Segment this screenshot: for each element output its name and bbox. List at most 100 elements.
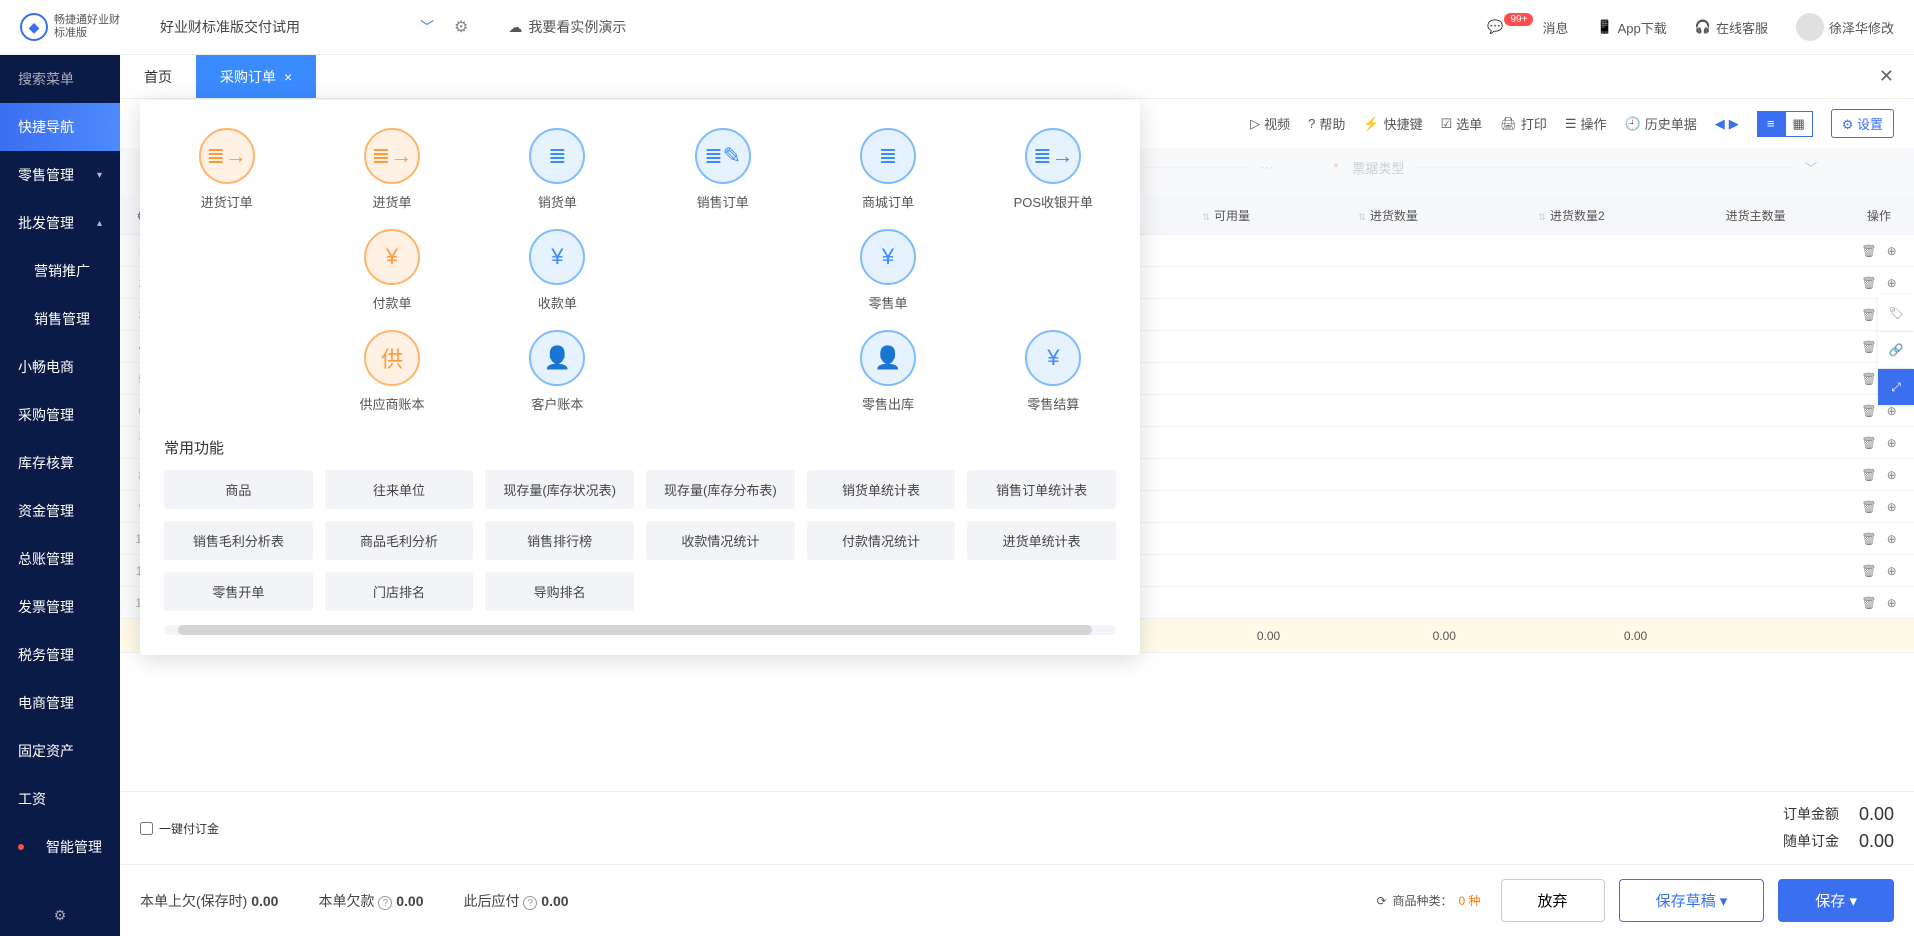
add-row-icon[interactable]: ⊕ — [1887, 404, 1897, 418]
settings-gear-icon[interactable]: ⚙ — [0, 895, 120, 936]
float-attachment-icon[interactable]: 🔗 — [1878, 332, 1914, 368]
sidebar-item[interactable]: 小畅电商 — [0, 343, 120, 391]
prev-arrow-icon[interactable]: ◀ — [1715, 116, 1725, 132]
demo-link[interactable]: ☁ 我要看实例演示 — [508, 17, 626, 37]
online-service-button[interactable]: 🎧 在线客服 — [1695, 18, 1768, 37]
save-button[interactable]: 保存 ▾ — [1778, 879, 1894, 922]
sidebar-item[interactable]: 工资 — [0, 775, 120, 823]
common-function-button[interactable]: 销售排行榜 — [485, 521, 634, 560]
sidebar-item[interactable]: 销售管理 — [0, 295, 120, 343]
sidebar-item[interactable]: 税务管理 — [0, 631, 120, 679]
onekey-deposit-checkbox[interactable]: 一键付订金 — [140, 820, 219, 837]
view-card-button[interactable]: ▦ — [1785, 111, 1813, 137]
flow-node[interactable]: ≣→POS收银开单 — [991, 128, 1116, 211]
add-row-icon[interactable]: ⊕ — [1887, 244, 1897, 258]
sidebar-item[interactable]: 总账管理 — [0, 535, 120, 583]
page-settings-button[interactable]: ⚙ 设置 — [1831, 109, 1894, 138]
flow-node[interactable]: ¥零售结算 — [991, 330, 1116, 413]
delete-row-icon[interactable]: 🗑 — [1861, 404, 1876, 418]
close-icon[interactable]: × — [284, 69, 292, 85]
add-row-icon[interactable]: ⊕ — [1887, 564, 1897, 578]
flow-node[interactable]: ¥零售单 — [825, 229, 950, 312]
delete-row-icon[interactable]: 🗑 — [1861, 532, 1876, 546]
add-row-icon[interactable]: ⊕ — [1887, 276, 1897, 290]
common-function-button[interactable]: 付款情况统计 — [807, 521, 956, 560]
chevron-down-icon[interactable]: ▾ — [1849, 893, 1857, 910]
sidebar-item[interactable]: 批发管理▴ — [0, 199, 120, 247]
add-row-icon[interactable]: ⊕ — [1887, 532, 1897, 546]
common-function-button[interactable]: 现存量(库存分布表) — [646, 470, 795, 509]
help-button[interactable]: ?帮助 — [1308, 114, 1345, 133]
tab-home[interactable]: 首页 — [120, 55, 196, 98]
flow-node[interactable]: 👤零售出库 — [825, 330, 950, 413]
sidebar-item[interactable]: 发票管理 — [0, 583, 120, 631]
history-button[interactable]: 🕘历史单据 — [1625, 114, 1697, 133]
col-in-main[interactable]: 进货主数量 — [1667, 197, 1844, 235]
info-icon[interactable]: ? — [378, 896, 392, 910]
add-row-icon[interactable]: ⊕ — [1887, 436, 1897, 450]
common-function-button[interactable]: 收款情况统计 — [646, 521, 795, 560]
sidebar-item[interactable]: 搜索菜单 — [0, 55, 120, 103]
delete-row-icon[interactable]: 🗑 — [1861, 468, 1876, 482]
gear-icon[interactable]: ⚙ — [454, 17, 468, 37]
save-draft-button[interactable]: 保存草稿 ▾ — [1619, 879, 1765, 922]
print-button[interactable]: 🖨打印 — [1500, 114, 1547, 133]
delete-row-icon[interactable]: 🗑 — [1861, 308, 1876, 322]
discard-button[interactable]: 放弃 — [1501, 879, 1605, 922]
shortcut-button[interactable]: ⚡快捷键 — [1363, 114, 1422, 133]
video-button[interactable]: ▷视频 — [1250, 114, 1290, 133]
flow-node[interactable]: ≣→进货订单 — [164, 128, 289, 211]
flow-node[interactable]: ≣→进货单 — [329, 128, 454, 211]
trial-label[interactable]: 好业财标准版交付试用 — [160, 17, 300, 37]
sidebar-item[interactable]: 采购管理 — [0, 391, 120, 439]
float-tag-icon[interactable]: 🏷 — [1878, 295, 1914, 331]
next-arrow-icon[interactable]: ▶ — [1729, 116, 1739, 132]
refresh-icon[interactable]: ⟳ — [1376, 894, 1386, 908]
sidebar-item[interactable]: 资金管理 — [0, 487, 120, 535]
invoice-type-select[interactable] — [1414, 167, 1794, 168]
sidebar-item[interactable]: 电商管理 — [0, 679, 120, 727]
info-icon[interactable]: ? — [523, 896, 537, 910]
common-function-button[interactable]: 商品 — [164, 470, 313, 509]
delete-row-icon[interactable]: 🗑 — [1861, 276, 1876, 290]
sidebar-item[interactable]: 库存核算 — [0, 439, 120, 487]
sidebar-item[interactable]: 快捷导航 — [0, 103, 120, 151]
view-list-button[interactable]: ≡ — [1757, 111, 1785, 137]
operation-button[interactable]: ☰操作 — [1565, 114, 1607, 133]
common-function-button[interactable]: 商品毛利分析 — [325, 521, 474, 560]
flow-node[interactable]: 供供应商账本 — [329, 330, 454, 413]
flow-node[interactable]: ¥收款单 — [495, 229, 620, 312]
flow-node[interactable]: 👤客户账本 — [495, 330, 620, 413]
delete-row-icon[interactable]: 🗑 — [1861, 244, 1876, 258]
chevron-down-icon[interactable]: ﹀ — [420, 17, 434, 37]
delete-row-icon[interactable]: 🗑 — [1861, 372, 1876, 386]
user-menu[interactable]: 徐泽华修改 — [1796, 13, 1894, 41]
select-button[interactable]: ☑选单 — [1441, 114, 1483, 133]
float-expand-icon[interactable]: ⤢ — [1878, 369, 1914, 405]
sidebar-item[interactable]: 零售管理▾ — [0, 151, 120, 199]
add-row-icon[interactable]: ⊕ — [1887, 468, 1897, 482]
horizontal-scrollbar[interactable] — [164, 625, 1116, 635]
common-function-button[interactable]: 销售毛利分析表 — [164, 521, 313, 560]
chevron-down-icon[interactable]: ▾ — [1720, 893, 1728, 910]
salesman-picker-icon[interactable]: ⋯ — [1260, 160, 1273, 176]
sidebar-item[interactable]: 营销推广 — [0, 247, 120, 295]
messages-button[interactable]: 💬 99+ 消息 — [1487, 18, 1568, 37]
flow-node[interactable]: ≣✎销售订单 — [660, 128, 785, 211]
common-function-button[interactable]: 销货单统计表 — [807, 470, 956, 509]
add-row-icon[interactable]: ⊕ — [1887, 596, 1897, 610]
common-function-button[interactable]: 进货单统计表 — [967, 521, 1116, 560]
common-function-button[interactable]: 往来单位 — [325, 470, 474, 509]
common-function-button[interactable]: 销售订单统计表 — [967, 470, 1116, 509]
flow-node[interactable]: ≣销货单 — [495, 128, 620, 211]
common-function-button[interactable]: 导购排名 — [485, 572, 634, 611]
common-function-button[interactable]: 现存量(库存状况表) — [485, 470, 634, 509]
flow-node[interactable]: ≣商城订单 — [825, 128, 950, 211]
delete-row-icon[interactable]: 🗑 — [1861, 500, 1876, 514]
col-in-qty[interactable]: ⇅进货数量 — [1300, 197, 1476, 235]
sidebar-item[interactable]: 智能管理 — [0, 823, 120, 871]
chevron-down-icon[interactable]: ﹀ — [1804, 158, 1817, 177]
app-download-button[interactable]: 📱 App下载 — [1596, 18, 1666, 37]
delete-row-icon[interactable]: 🗑 — [1861, 340, 1876, 354]
flow-node[interactable]: ¥付款单 — [329, 229, 454, 312]
